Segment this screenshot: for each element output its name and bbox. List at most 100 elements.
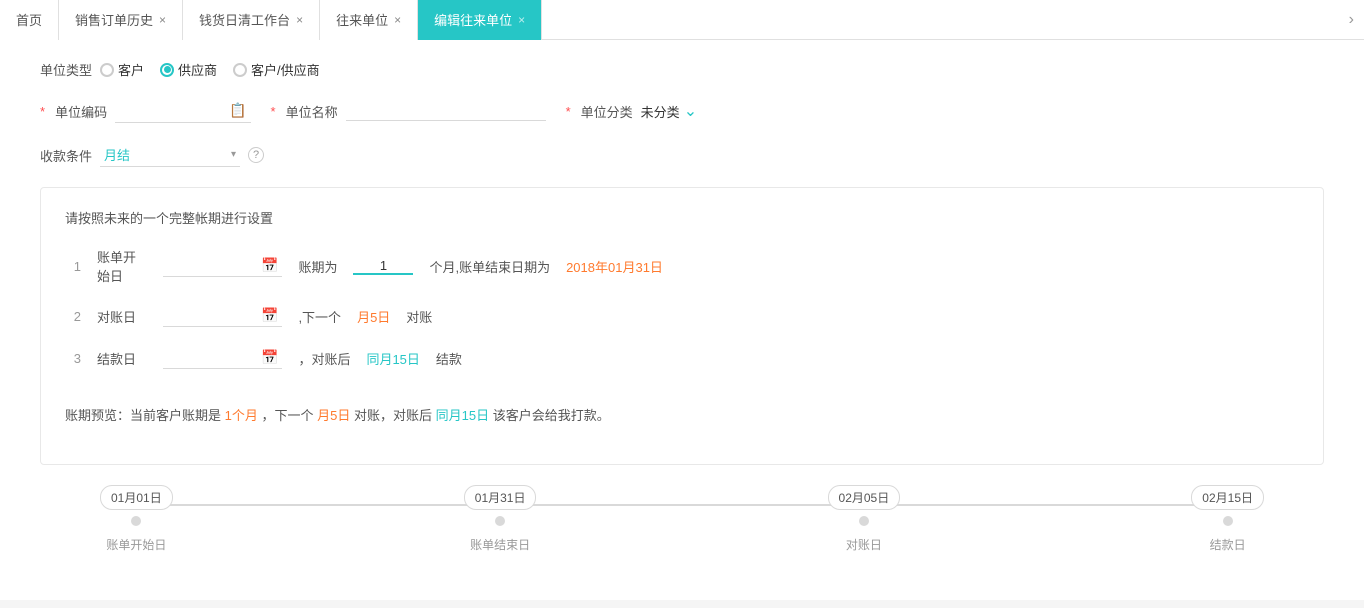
timeline-dot-2 — [495, 516, 505, 526]
radio-supplier[interactable]: 供应商 — [160, 60, 217, 79]
row-num-1: 1 — [65, 259, 81, 274]
tab-edit-partner[interactable]: 编辑往来单位 × — [418, 0, 542, 40]
setting-row-1: 1 账单开始日 2018-01-01 📅 账期为 个月,账单结束日期为 2018… — [65, 247, 1299, 285]
radio-customer[interactable]: 客户 — [100, 60, 144, 79]
unit-category-group: * 单位分类 未分类 ⌄ — [566, 101, 698, 121]
unit-category-value: 未分类 — [641, 102, 680, 121]
tab-cash-ledger[interactable]: 钱货日清工作台 × — [183, 0, 320, 40]
radio-both[interactable]: 客户/供应商 — [233, 60, 320, 79]
tab-edit-partner-label: 编辑往来单位 — [434, 10, 512, 29]
date-field-1[interactable]: 2018-01-01 — [167, 258, 257, 273]
radio-supplier-label: 供应商 — [178, 60, 217, 79]
setting-row-2: 2 对账日 2018-02-05 📅 ,下一个 月5日 对账 — [65, 305, 1299, 327]
timeline-desc-1: 账单开始日 — [106, 536, 166, 553]
date-field-3[interactable]: 2018-02-15 — [167, 350, 257, 365]
timeline-desc-3: 对账日 — [846, 536, 882, 553]
tab-sales-order-label: 销售订单历史 — [75, 10, 153, 29]
timeline-desc-4: 结款日 — [1210, 536, 1246, 553]
required-star-name: * — [271, 104, 276, 119]
close-icon[interactable]: × — [518, 13, 525, 27]
date-input-2: 2018-02-05 📅 — [163, 305, 282, 327]
calendar-icon-1[interactable]: 📅 — [261, 257, 278, 274]
unit-type-row: 单位类型 客户 供应商 客户/供应商 — [40, 60, 1324, 79]
radio-both-label: 客户/供应商 — [251, 60, 320, 79]
payment-terms-row: 收款条件 月结 ▾ ? — [40, 143, 1324, 167]
tab-partner-units[interactable]: 往来单位 × — [320, 0, 418, 40]
copy-icon[interactable]: 📋 — [229, 102, 246, 119]
help-icon[interactable]: ? — [248, 147, 264, 163]
timeline-label-3: 02月05日 — [828, 485, 901, 510]
preview-suffix: 该客户会给我打款。 — [493, 408, 610, 423]
row-desc-prefix-1: 账期为 — [298, 257, 337, 276]
unit-name-label: 单位名称 — [286, 102, 338, 121]
tab-sales-order[interactable]: 销售订单历史 × — [59, 0, 183, 40]
tab-more-button[interactable]: › — [1339, 11, 1364, 29]
unit-type-group: 单位类型 客户 供应商 客户/供应商 — [40, 60, 320, 79]
date-highlight-1: 2018年01月31日 — [566, 257, 663, 276]
settings-card: 请按照未来的一个完整帐期进行设置 1 账单开始日 2018-01-01 📅 账期… — [40, 187, 1324, 465]
payment-terms-dropdown[interactable]: 月结 ▾ — [100, 143, 240, 167]
timeline-container: 01月01日 账单开始日 01月31日 账单结束日 02月05日 对账日 02月… — [40, 485, 1324, 553]
preview-comma1: ，下一个 — [262, 408, 314, 423]
unit-name-input[interactable]: 河南供应商22 — [346, 101, 546, 121]
calendar-icon-3[interactable]: 📅 — [261, 349, 278, 366]
timeline-points: 01月01日 账单开始日 01月31日 账单结束日 02月05日 对账日 02月… — [100, 485, 1264, 553]
timeline-dot-4 — [1223, 516, 1233, 526]
timeline-label-1: 01月01日 — [100, 485, 173, 510]
timeline-dot-1 — [131, 516, 141, 526]
required-star-cat: * — [566, 104, 571, 119]
timeline-point-2: 01月31日 账单结束日 — [464, 485, 537, 553]
page-content: 单位类型 客户 供应商 客户/供应商 * 单位编码 — [0, 40, 1364, 600]
calendar-icon-2[interactable]: 📅 — [261, 307, 278, 324]
row-type-3: 结款日 — [97, 349, 147, 368]
timeline-label-4: 02月15日 — [1191, 485, 1264, 510]
date-input-3: 2018-02-15 📅 — [163, 347, 282, 369]
row-num-2: 2 — [65, 309, 81, 324]
payment-terms-label: 收款条件 — [40, 146, 92, 165]
close-icon[interactable]: × — [394, 13, 401, 27]
date-field-2[interactable]: 2018-02-05 — [167, 308, 257, 323]
highlight-same15: 同月15日 — [366, 349, 419, 368]
radio-circle-supplier — [160, 63, 174, 77]
tab-partner-units-label: 往来单位 — [336, 10, 388, 29]
timeline-label-2: 01月31日 — [464, 485, 537, 510]
preview-middle: 对账，对账后 — [354, 408, 432, 423]
chevron-down-icon: ⌄ — [684, 101, 697, 121]
tab-home-label: 首页 — [16, 10, 42, 29]
preview-part2: 月5日 — [317, 408, 350, 423]
unit-type-label: 单位类型 — [40, 60, 92, 79]
close-icon[interactable]: × — [296, 13, 303, 27]
radio-group: 客户 供应商 客户/供应商 — [100, 60, 320, 79]
unit-code-input[interactable]: 000001 — [119, 101, 229, 120]
preview-text: 账期预览：当前客户账期是 1个月 ，下一个 月5日 对账，对账后 同月15日 该… — [65, 405, 1299, 424]
date-input-1: 2018-01-01 📅 — [163, 255, 282, 277]
unit-code-label: 单位编码 — [55, 102, 107, 121]
tabs-bar: 首页 销售订单历史 × 钱货日清工作台 × 往来单位 × 编辑往来单位 × › — [0, 0, 1364, 40]
timeline-desc-2: 账单结束日 — [470, 536, 530, 553]
period-input[interactable] — [353, 258, 413, 275]
row-num-3: 3 — [65, 351, 81, 366]
unit-code-input-wrapper: 000001 📋 — [115, 99, 250, 123]
payment-terms-value: 月结 — [104, 145, 231, 164]
row-type-2: 对账日 — [97, 307, 147, 326]
timeline-point-4: 02月15日 结款日 — [1191, 485, 1264, 553]
timeline-point-3: 02月05日 对账日 — [828, 485, 901, 553]
timeline-point-1: 01月01日 账单开始日 — [100, 485, 173, 553]
unit-category-select[interactable]: 未分类 ⌄ — [641, 101, 697, 121]
tab-cash-ledger-label: 钱货日清工作台 — [199, 10, 290, 29]
close-icon[interactable]: × — [159, 13, 166, 27]
preview-part1: 1个月 — [225, 408, 258, 423]
card-title: 请按照未来的一个完整帐期进行设置 — [65, 208, 1299, 227]
row-desc-prefix-3: ，对账后 — [298, 349, 350, 368]
radio-customer-label: 客户 — [118, 60, 144, 79]
timeline-dot-3 — [859, 516, 869, 526]
unit-name-group: * 单位名称 河南供应商22 — [271, 101, 546, 121]
chevron-down-icon: ▾ — [231, 149, 236, 160]
row-desc-prefix-2: ,下一个 — [298, 307, 341, 326]
setting-row-3: 3 结款日 2018-02-15 📅 ，对账后 同月15日 结款 — [65, 347, 1299, 369]
radio-circle-both — [233, 63, 247, 77]
tab-home[interactable]: 首页 — [0, 0, 59, 40]
unit-info-row: * 单位编码 000001 📋 * 单位名称 河南供应商22 * 单位分类 未分… — [40, 99, 1324, 123]
row-desc-suffix-3: 结款 — [436, 349, 462, 368]
preview-prefix: 账期预览：当前客户账期是 — [65, 408, 221, 423]
